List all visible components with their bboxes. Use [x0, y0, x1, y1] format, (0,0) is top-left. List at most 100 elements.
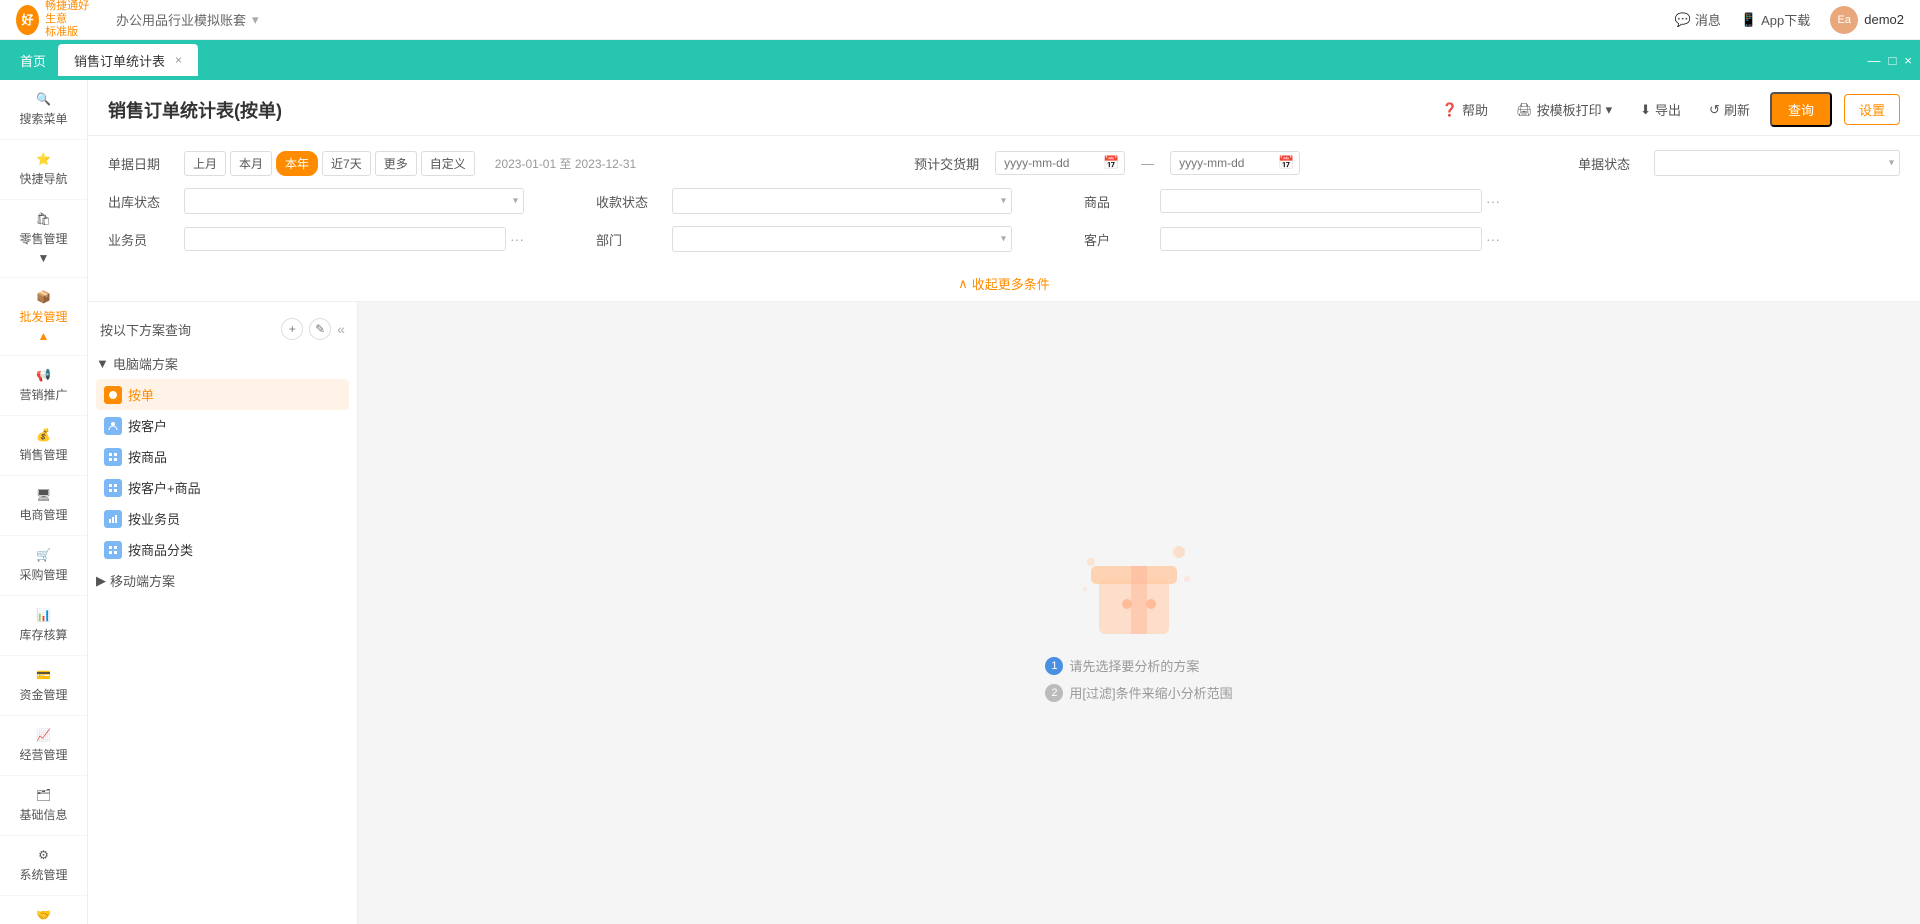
- panel-collapse-button[interactable]: «: [337, 321, 345, 337]
- scheme-item-by-goods[interactable]: 按商品: [96, 441, 349, 472]
- scheme-item-by-goods-category[interactable]: 按商品分类: [96, 534, 349, 565]
- ship-status-select[interactable]: [184, 188, 524, 214]
- avatar: Ea: [1830, 6, 1858, 34]
- salesperson-input[interactable]: [184, 227, 506, 251]
- scheme-by-salesperson-icon: [104, 510, 122, 528]
- retail-arrow-icon: ▼: [38, 251, 50, 265]
- sidebar-item-wholesale[interactable]: 📦 批发管理 ▲: [0, 278, 87, 356]
- download-icon: 📱: [1741, 12, 1757, 28]
- date-label: 单据日期: [108, 154, 168, 173]
- add-scheme-button[interactable]: +: [281, 318, 303, 340]
- goods-more-icon[interactable]: ···: [1486, 193, 1500, 209]
- query-button[interactable]: 查询: [1770, 92, 1832, 127]
- salesperson-more-icon[interactable]: ···: [510, 231, 524, 247]
- message-button[interactable]: 💬 消息: [1675, 10, 1721, 29]
- scheme-item-by-customer[interactable]: 按客户: [96, 410, 349, 441]
- main-layout: 🔍 搜索菜单 ⭐ 快捷导航 🛍 零售管理 ▼ 📦 批发管理 ▲ 📢 营销推广 💰…: [0, 80, 1920, 924]
- settings-button[interactable]: 设置: [1844, 94, 1900, 125]
- receive-status-wrapper: ▾: [672, 188, 1012, 214]
- scheme-group-pc[interactable]: ▼ 电脑端方案: [88, 348, 357, 379]
- sidebar-search[interactable]: 🔍 搜索菜单: [0, 80, 87, 140]
- scheme-group-mobile[interactable]: ▶ 移动端方案: [88, 565, 357, 596]
- sidebar-item-enterprise[interactable]: 🤝 企业协同: [0, 896, 87, 924]
- export-icon: ⬇: [1640, 102, 1651, 118]
- user-profile[interactable]: Ea demo2: [1830, 6, 1904, 34]
- tab-sales-stat[interactable]: 销售订单统计表 ×: [58, 44, 198, 76]
- date-btn-more[interactable]: 更多: [375, 151, 417, 176]
- collapse-icon: ∧: [958, 276, 968, 292]
- sidebar-item-ecommerce[interactable]: 🖥 电商管理: [0, 476, 87, 536]
- left-panel-icons: + ✎ «: [281, 318, 345, 340]
- app-download-button[interactable]: 📱 App下载: [1741, 10, 1810, 29]
- scheme-item-by-salesperson[interactable]: 按业务员: [96, 503, 349, 534]
- star-icon: ⭐: [36, 152, 51, 166]
- sidebar-quick-nav[interactable]: ⭐ 快捷导航: [0, 140, 87, 200]
- logo-icon: 好: [16, 5, 39, 35]
- status-label: 单据状态: [1578, 154, 1638, 173]
- scheme-by-customer-goods-icon: [104, 479, 122, 497]
- marketing-icon: 📢: [36, 368, 51, 382]
- message-icon: 💬: [1675, 12, 1691, 28]
- expand-icon: ▼: [96, 356, 109, 371]
- date-range-display: 2023-01-01 至 2023-12-31: [495, 155, 636, 172]
- left-panel-title: 按以下方案查询: [100, 320, 275, 339]
- filter-row-2: 出库状态 ▾ 收款状态 ▾ 商品: [108, 188, 1900, 214]
- ship-status-label: 出库状态: [108, 192, 168, 211]
- sidebar-item-retail-label: 零售管理: [19, 230, 67, 247]
- customer-field: ···: [1160, 227, 1500, 251]
- sidebar-item-retail[interactable]: 🛍 零售管理 ▼: [0, 200, 87, 278]
- tab-home[interactable]: 首页: [8, 44, 58, 76]
- sidebar-item-system[interactable]: ⚙ 系统管理: [0, 836, 87, 896]
- sidebar-item-sales[interactable]: 💰 销售管理: [0, 416, 87, 476]
- mobile-expand-icon: ▶: [96, 573, 106, 589]
- system-icon: ⚙: [38, 848, 49, 862]
- date-btn-this-month[interactable]: 本月: [230, 151, 272, 176]
- export-button[interactable]: ⬇ 导出: [1632, 96, 1689, 123]
- maximize-icon[interactable]: □: [1889, 53, 1897, 68]
- sidebar-item-marketing[interactable]: 📢 营销推广: [0, 356, 87, 416]
- sidebar-item-inventory-label: 库存核算: [19, 626, 67, 643]
- customer-input[interactable]: [1160, 227, 1482, 251]
- refresh-button[interactable]: ↺ 刷新: [1701, 96, 1758, 123]
- filter-row-3: 业务员 ··· 部门 ▾ 客户 ···: [108, 226, 1900, 252]
- empty-state: 1 请先选择要分析的方案 2 用[过滤]条件来缩小分析范围: [1045, 318, 1232, 908]
- sidebar-item-ecommerce-label: 电商管理: [19, 506, 67, 523]
- sidebar-item-purchase[interactable]: 🛒 采购管理: [0, 536, 87, 596]
- sidebar-item-inventory[interactable]: 📊 库存核算: [0, 596, 87, 656]
- inventory-icon: 📊: [36, 608, 51, 622]
- date-btn-7days[interactable]: 近7天: [322, 151, 371, 176]
- sales-icon: 💰: [36, 428, 51, 442]
- customer-more-icon[interactable]: ···: [1486, 231, 1500, 247]
- status-select-wrapper: ▾: [1654, 150, 1900, 176]
- date-btn-custom[interactable]: 自定义: [421, 151, 475, 176]
- date-btn-this-year[interactable]: 本年: [276, 151, 318, 176]
- status-select[interactable]: [1654, 150, 1900, 176]
- edit-scheme-button[interactable]: ✎: [309, 318, 331, 340]
- sidebar-item-operation[interactable]: 📈 经营管理: [0, 716, 87, 776]
- collapse-bar[interactable]: ∧ 收起更多条件: [88, 266, 1920, 302]
- tab-close-icon[interactable]: ×: [175, 53, 182, 67]
- sidebar-item-finance[interactable]: 💳 资金管理: [0, 656, 87, 716]
- close-window-icon[interactable]: ×: [1904, 53, 1912, 68]
- minimize-icon[interactable]: —: [1868, 53, 1881, 68]
- sidebar-item-basic-info[interactable]: 🗂 基础信息: [0, 776, 87, 836]
- receive-status-select[interactable]: [672, 188, 1012, 214]
- print-button[interactable]: 🖨 按模板打印 ▾: [1508, 96, 1620, 123]
- step1-circle: 1: [1045, 657, 1063, 675]
- collapse-label: 收起更多条件: [972, 274, 1050, 293]
- help-button[interactable]: ❓ 帮助: [1434, 96, 1496, 123]
- wholesale-arrow-icon: ▲: [38, 329, 50, 343]
- basic-info-icon: 🗂: [36, 788, 51, 802]
- scheme-item-by-customer-goods[interactable]: 按客户+商品: [96, 472, 349, 503]
- date-btn-last-month[interactable]: 上月: [184, 151, 226, 176]
- expected-date-start: 📅: [995, 151, 1125, 175]
- goods-input[interactable]: [1160, 189, 1482, 213]
- step2-circle: 2: [1045, 684, 1063, 702]
- date-separator: —: [1141, 156, 1154, 171]
- department-select[interactable]: [672, 226, 1012, 252]
- content-area: 销售订单统计表(按单) ❓ 帮助 🖨 按模板打印 ▾ ⬇ 导出 ↺ 刷新: [88, 80, 1920, 924]
- edit-icon: ✎: [315, 322, 325, 336]
- print-chevron-icon: ▾: [1606, 102, 1613, 118]
- scheme-item-by-order[interactable]: 按单: [96, 379, 349, 410]
- operation-icon: 📈: [36, 728, 51, 742]
